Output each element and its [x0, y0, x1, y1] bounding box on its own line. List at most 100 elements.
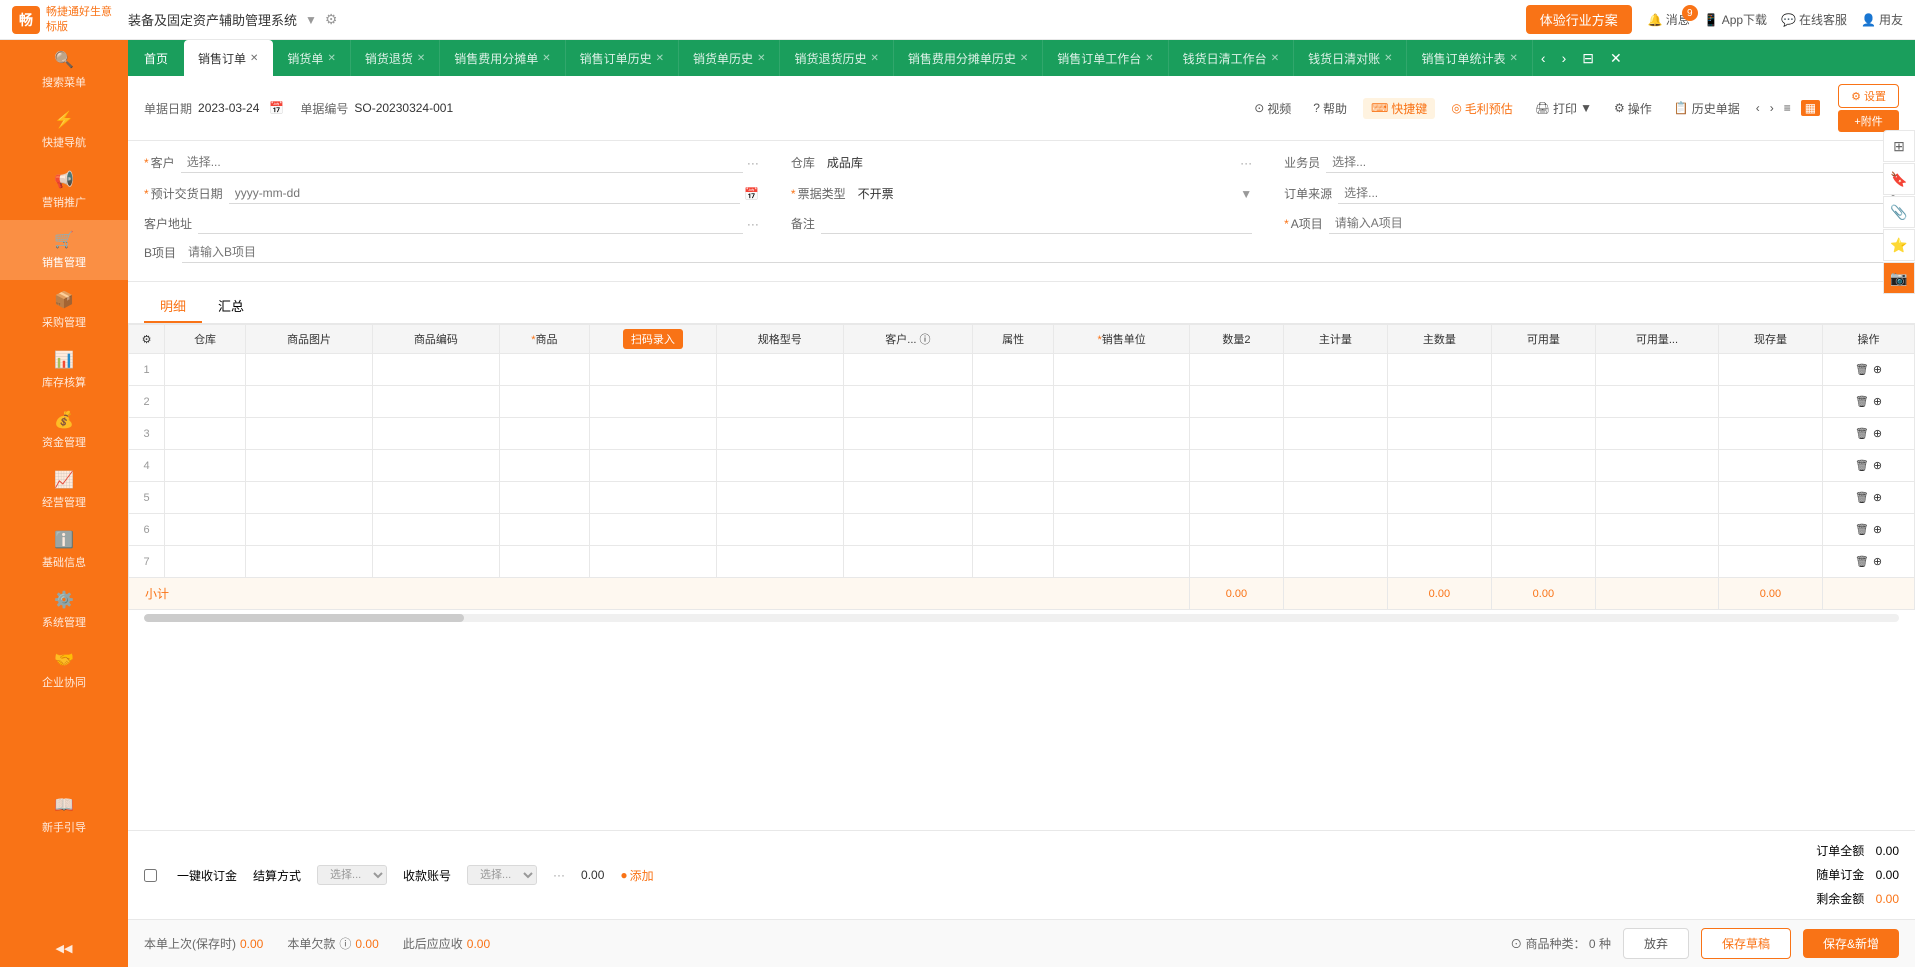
tab-close-icon[interactable]: ✕ — [757, 53, 765, 64]
tab-expense-split[interactable]: 销售费用分摊单 ✕ — [440, 40, 565, 76]
sidebar-item-marketing[interactable]: 📢 营销推广 — [0, 160, 128, 220]
row-customer-code[interactable] — [843, 386, 972, 418]
row-sales-unit[interactable] — [1054, 354, 1190, 386]
row-available2[interactable] — [1595, 482, 1718, 514]
row-available[interactable] — [1491, 450, 1595, 482]
tab-close-icon[interactable]: ✕ — [1145, 53, 1153, 64]
save-new-button[interactable]: 保存&新增 — [1803, 929, 1899, 958]
row-available2[interactable] — [1595, 450, 1718, 482]
row-product[interactable] — [499, 386, 589, 418]
delivery-date-input[interactable] — [229, 183, 740, 204]
payment-method-select[interactable]: 选择... — [317, 865, 387, 885]
row-current-stock[interactable] — [1718, 386, 1822, 418]
row-product[interactable] — [499, 418, 589, 450]
tab-menu-btn[interactable]: ⊟ — [1574, 50, 1602, 67]
tab-close-icon[interactable]: ✕ — [327, 53, 335, 64]
tab-close-icon[interactable]: ✕ — [656, 53, 664, 64]
row-main-unit[interactable] — [1283, 354, 1387, 386]
row-main-unit[interactable] — [1283, 482, 1387, 514]
row-current-stock[interactable] — [1718, 514, 1822, 546]
tab-close-all-btn[interactable]: ✕ — [1602, 50, 1630, 67]
tab-detail[interactable]: 明细 — [144, 290, 202, 323]
warehouse-more-icon[interactable]: ··· — [1240, 156, 1252, 170]
calendar-icon[interactable]: 📅 — [269, 101, 284, 115]
notification-icon[interactable]: 🔔 9 消息 — [1648, 11, 1690, 28]
tab-sales-order[interactable]: 销售订单 ✕ — [184, 40, 273, 76]
row-current-stock[interactable] — [1718, 546, 1822, 578]
operation-btn[interactable]: ⚙ 操作 — [1608, 97, 1658, 120]
discard-button[interactable]: 放弃 — [1623, 928, 1689, 959]
row-spec[interactable] — [716, 418, 843, 450]
sidebar-item-finance[interactable]: 💰 资金管理 — [0, 400, 128, 460]
row-copy-icon[interactable]: ⊕ — [1873, 363, 1882, 376]
row-available[interactable] — [1491, 546, 1595, 578]
row-product[interactable] — [499, 354, 589, 386]
row-product-code[interactable] — [373, 514, 500, 546]
row-product[interactable] — [499, 450, 589, 482]
row-main-unit[interactable] — [1283, 450, 1387, 482]
row-delete-icon[interactable]: 🗑 — [1855, 523, 1869, 536]
sidebar-item-sales[interactable]: 🛒 销售管理 — [0, 220, 128, 280]
row-product-code[interactable] — [373, 354, 500, 386]
row-main-unit[interactable] — [1283, 514, 1387, 546]
row-attribute[interactable] — [973, 386, 1054, 418]
tab-prev-btn[interactable]: ‹ — [1533, 50, 1554, 66]
tab-close-icon[interactable]: ✕ — [1510, 53, 1518, 64]
calendar-icon[interactable]: 📅 — [744, 187, 759, 201]
row-copy-icon[interactable]: ⊕ — [1873, 427, 1882, 440]
row-product-image[interactable] — [246, 546, 373, 578]
print-btn[interactable]: 🖨 打印 ▼ — [1529, 97, 1598, 120]
customer-input[interactable] — [181, 152, 743, 173]
tab-next-btn[interactable]: › — [1554, 50, 1575, 66]
row-spec[interactable] — [716, 386, 843, 418]
row-available2[interactable] — [1595, 514, 1718, 546]
row-available[interactable] — [1491, 386, 1595, 418]
sidebar-item-cooperation[interactable]: 🤝 企业协同 — [0, 640, 128, 700]
sidebar-item-inventory[interactable]: 📊 库存核算 — [0, 340, 128, 400]
tab-daily-clear-workbench[interactable]: 钱货日清工作台 ✕ — [1169, 40, 1294, 76]
invoice-type-dropdown-icon[interactable]: ▼ — [1240, 187, 1252, 201]
row-spec[interactable] — [716, 546, 843, 578]
sidebar-item-quicknav[interactable]: ⚡ 快捷导航 — [0, 100, 128, 160]
address-input[interactable] — [198, 213, 743, 234]
row-product-image[interactable] — [246, 418, 373, 450]
float-btn-4[interactable]: ⭐ — [1883, 229, 1915, 261]
row-spec[interactable] — [716, 450, 843, 482]
row-main-qty[interactable] — [1387, 386, 1491, 418]
profit-btn[interactable]: ◎ 毛利预估 — [1445, 97, 1519, 120]
th-scan[interactable]: 扫码录入 — [589, 325, 716, 354]
user-avatar[interactable]: 👤 用友 — [1861, 11, 1903, 28]
row-warehouse[interactable] — [165, 386, 246, 418]
save-draft-button[interactable]: 保存草稿 — [1701, 928, 1791, 959]
row-sales-unit[interactable] — [1054, 450, 1190, 482]
add-button[interactable]: ● 添加 — [620, 867, 653, 884]
row-sales-unit[interactable] — [1054, 386, 1190, 418]
online-support-link[interactable]: 💬 在线客服 — [1781, 11, 1847, 28]
row-customer-code[interactable] — [843, 418, 972, 450]
row-available2[interactable] — [1595, 418, 1718, 450]
row-warehouse[interactable] — [165, 450, 246, 482]
scan-input-button[interactable]: 扫码录入 — [623, 329, 683, 349]
row-product-image[interactable] — [246, 514, 373, 546]
row-qty2[interactable] — [1190, 418, 1284, 450]
tab-close-icon[interactable]: ✕ — [870, 53, 878, 64]
row-delete-icon[interactable]: 🗑 — [1855, 395, 1869, 408]
row-qty2[interactable] — [1190, 546, 1284, 578]
app-download-link[interactable]: 📱 App下载 — [1704, 11, 1767, 28]
video-btn[interactable]: ⊙ 视频 — [1248, 97, 1297, 120]
customer-more-icon[interactable]: ··· — [747, 156, 759, 170]
view-toggle-icon1[interactable]: ‹ — [1756, 101, 1760, 115]
row-product-image[interactable] — [246, 450, 373, 482]
row-main-qty[interactable] — [1387, 418, 1491, 450]
row-main-unit[interactable] — [1283, 546, 1387, 578]
row-warehouse[interactable] — [165, 546, 246, 578]
row-current-stock[interactable] — [1718, 450, 1822, 482]
receipt-account-select[interactable]: 选择... — [467, 865, 537, 885]
row-attribute[interactable] — [973, 514, 1054, 546]
tab-order-workbench[interactable]: 销售订单工作台 ✕ — [1043, 40, 1168, 76]
dots-icon[interactable]: ··· — [553, 868, 565, 882]
debt-info-icon[interactable]: ⓘ — [339, 935, 351, 952]
tab-expense-split-history[interactable]: 销售费用分摊单历史 ✕ — [894, 40, 1043, 76]
row-attribute[interactable] — [973, 450, 1054, 482]
row-copy-icon[interactable]: ⊕ — [1873, 555, 1882, 568]
